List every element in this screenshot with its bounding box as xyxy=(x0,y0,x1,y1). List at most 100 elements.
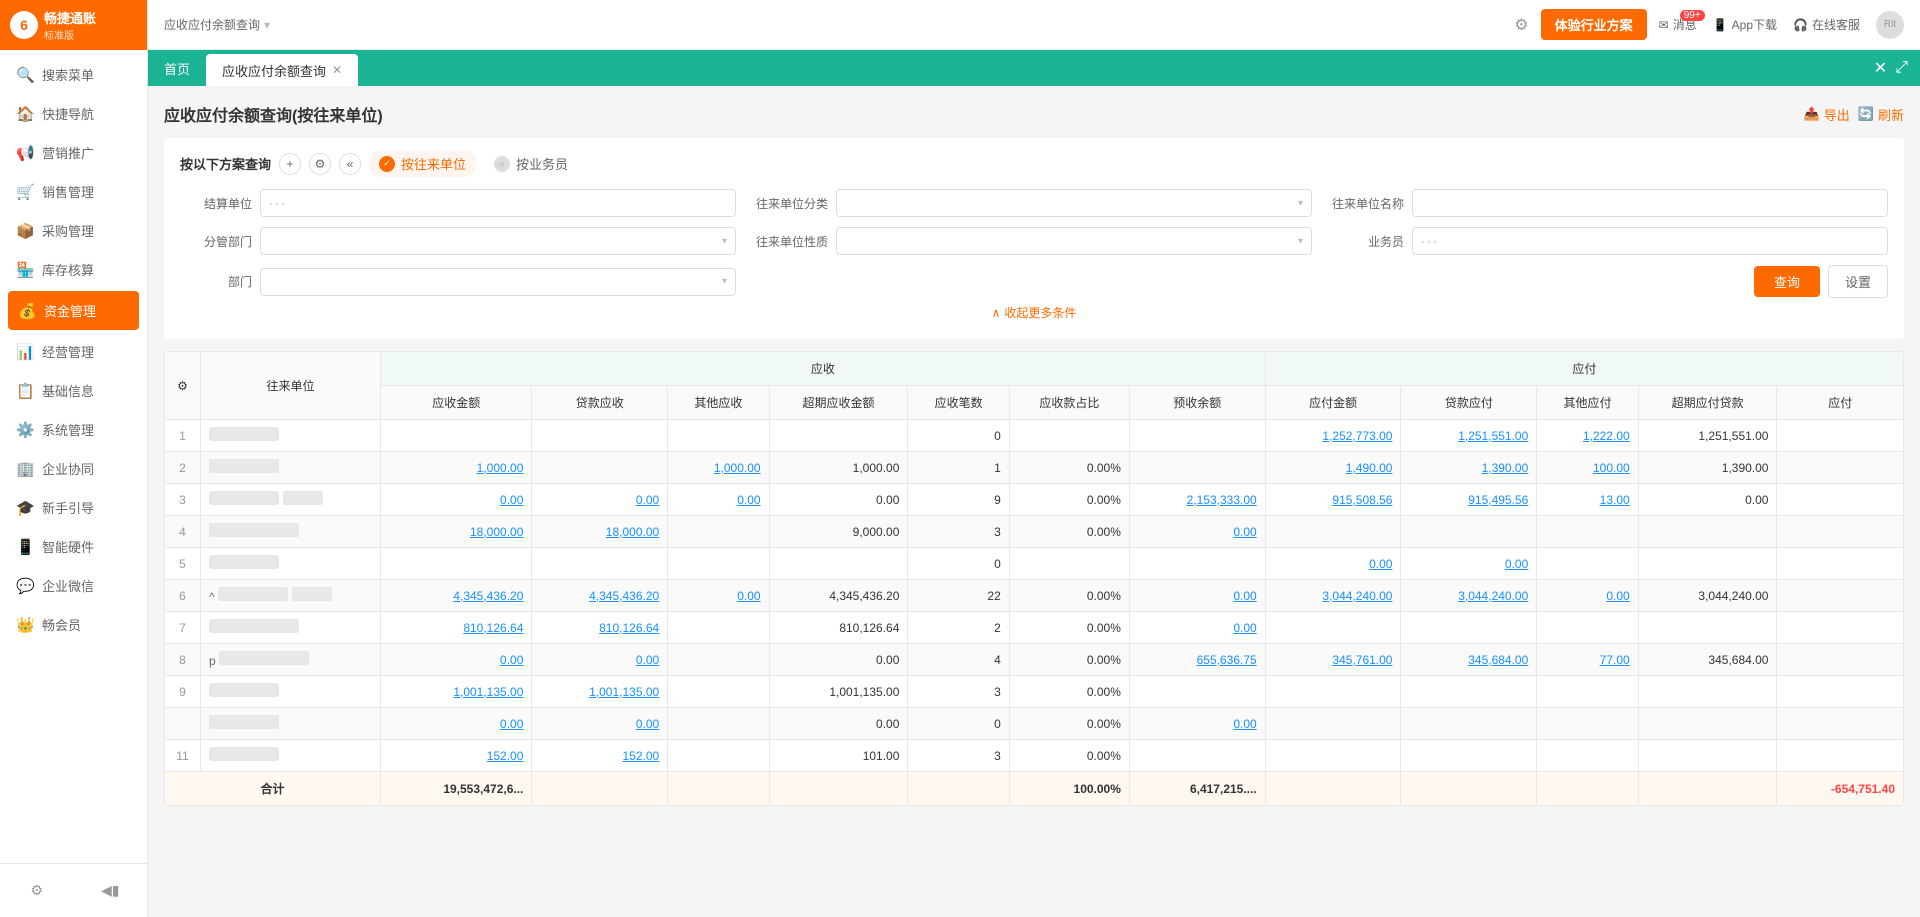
sidebar-item-quick-nav[interactable]: 🏠 快捷导航 xyxy=(0,94,147,133)
table-row: 418,000.0018,000.009,000.0030.00%0.00 xyxy=(165,516,1904,548)
data-table: ⚙ 往来单位 应收 应付 应收金额 贷款应收 其他应收 超期应收金额 应收笔数 xyxy=(164,351,1904,806)
export-btn[interactable]: 📤 导出 xyxy=(1804,105,1850,124)
sidebar-item-wechat[interactable]: 💬 企业微信 xyxy=(0,566,147,605)
filter-field-unit-nature: 往来单位性质 ▾ xyxy=(756,227,1312,255)
settlement-input[interactable]: ··· xyxy=(260,189,736,217)
settlement-label: 结算单位 xyxy=(180,195,252,212)
dept-manager-label: 分管部门 xyxy=(180,233,252,250)
header-icons: ✉ 消息 99+ 📱 App下载 🎧 在线客服 Rit xyxy=(1659,11,1904,39)
filter-option-inactive-icon: ○ xyxy=(494,156,510,172)
table-row: 101,252,773.001,251,551.001,222.001,251,… xyxy=(165,420,1904,452)
sidebar-item-label: 营销推广 xyxy=(42,143,94,162)
filter-add-btn[interactable]: + xyxy=(279,153,301,175)
sidebar-item-label: 快捷导航 xyxy=(42,104,94,123)
filter-option-by-salesman[interactable]: ○ 按业务员 xyxy=(484,150,578,177)
sidebar-item-finance[interactable]: 💰 资金管理 xyxy=(8,291,139,330)
tab-home[interactable]: 首页 xyxy=(148,50,206,86)
filter-settings-btn[interactable]: ⚙ xyxy=(309,153,331,175)
sidebar-item-label: 新手引导 xyxy=(42,498,94,517)
col-loan-ap: 贷款应付 xyxy=(1401,386,1537,420)
breadcrumb: 应收应付余额查询 ▾ xyxy=(164,16,1502,33)
table-row: 0.000.000.0000.00%0.00 xyxy=(165,708,1904,740)
inventory-icon: 🏪 xyxy=(16,261,34,279)
refresh-icon: 🔄 xyxy=(1858,106,1874,122)
settings-btn[interactable]: 设置 xyxy=(1828,265,1888,298)
sidebar-item-inventory[interactable]: 🏪 库存核算 xyxy=(0,250,147,289)
sidebar-item-marketing[interactable]: 📢 营销推广 xyxy=(0,133,147,172)
filter-more-btn[interactable]: ∧ 收起更多条件 xyxy=(180,298,1888,327)
col-other-ar: 其他应收 xyxy=(668,386,769,420)
unit-cat-input[interactable]: ▾ xyxy=(836,189,1312,217)
enterprise-icon: 🏢 xyxy=(16,460,34,478)
unit-name-input[interactable] xyxy=(1412,189,1888,217)
table-container: ⚙ 往来单位 应收 应付 应收金额 贷款应收 其他应收 超期应收金额 应收笔数 xyxy=(164,351,1904,806)
sidebar-collapse-btn[interactable]: ◀▮ xyxy=(74,874,148,907)
chevron-up-icon: ∧ xyxy=(992,306,1001,320)
sidebar-item-enterprise[interactable]: 🏢 企业协同 xyxy=(0,449,147,488)
unit-cat-arrow: ▾ xyxy=(1298,198,1303,209)
sidebar-item-guide[interactable]: 🎓 新手引导 xyxy=(0,488,147,527)
col-ar-count: 应收笔数 xyxy=(908,386,1009,420)
system-icon: ⚙️ xyxy=(16,421,34,439)
sidebar-item-system[interactable]: ⚙️ 系统管理 xyxy=(0,410,147,449)
sidebar-item-operations[interactable]: 📊 经营管理 xyxy=(0,332,147,371)
filter-field-dept-manager: 分管部门 ▾ xyxy=(180,227,736,255)
query-btn[interactable]: 查询 xyxy=(1754,266,1820,297)
sidebar-item-hardware[interactable]: 📱 智能硬件 xyxy=(0,527,147,566)
tab-ar-ap-label: 应收应付余额查询 xyxy=(222,61,326,80)
col-ar-amount: 应收金额 xyxy=(381,386,532,420)
logo-title: 畅捷通账 xyxy=(44,8,96,27)
table-scroll-area[interactable]: ⚙ 往来单位 应收 应付 应收金额 贷款应收 其他应收 超期应收金额 应收笔数 xyxy=(164,351,1904,806)
col-group-receivable: 应收 xyxy=(381,352,1266,386)
logo-icon: 6 xyxy=(10,11,38,39)
tab-close-btn[interactable]: ✕ xyxy=(332,63,342,77)
tab-expand-icon[interactable]: ⤢ xyxy=(1895,59,1908,77)
dept-arrow: ▾ xyxy=(722,276,727,287)
user-avatar[interactable]: Rit xyxy=(1876,11,1904,39)
breadcrumb-text: 应收应付余额查询 xyxy=(164,16,260,33)
col-overdue-ar: 超期应收金额 xyxy=(769,386,908,420)
refresh-btn[interactable]: 🔄 刷新 xyxy=(1858,105,1904,124)
messages-btn[interactable]: ✉ 消息 99+ xyxy=(1659,16,1697,33)
unit-nature-input[interactable]: ▾ xyxy=(836,227,1312,255)
customer-service-btn[interactable]: 🎧 在线客服 xyxy=(1793,16,1860,33)
tab-ar-ap[interactable]: 应收应付余额查询 ✕ xyxy=(206,54,358,86)
filter-panel: 按以下方案查询 + ⚙ « ✓ 按往来单位 ○ 按业务员 结算单位 xyxy=(164,138,1904,339)
header-gear-btn[interactable]: ⚙ xyxy=(1514,15,1528,35)
app-download-btn[interactable]: 📱 App下载 xyxy=(1713,16,1777,33)
sidebar-settings-btn[interactable]: ⚙ xyxy=(0,874,74,907)
sidebar-item-sales[interactable]: 🛒 销售管理 xyxy=(0,172,147,211)
filter-field-dept: 部门 ▾ xyxy=(180,265,736,298)
col-ap-amount: 应付金额 xyxy=(1265,386,1401,420)
table-row: 91,001,135.001,001,135.001,001,135.0030.… xyxy=(165,676,1904,708)
sidebar-item-label: 库存核算 xyxy=(42,260,94,279)
sidebar-item-purchase[interactable]: 📦 采购管理 xyxy=(0,211,147,250)
salesman-input[interactable]: ··· xyxy=(1412,227,1888,255)
filter-option-by-unit[interactable]: ✓ 按往来单位 xyxy=(369,150,476,177)
filter-field-unit-name: 往来单位名称 xyxy=(1332,189,1888,217)
breadcrumb-arrow: ▾ xyxy=(264,18,270,32)
dept-manager-input[interactable]: ▾ xyxy=(260,227,736,255)
page-title-row: 应收应付余额查询(按往来单位) 📤 导出 🔄 刷新 xyxy=(164,102,1904,126)
filter-collapse-btn[interactable]: « xyxy=(339,153,361,175)
sidebar-item-search[interactable]: 🔍 搜索菜单 xyxy=(0,55,147,94)
sidebar-logo: 6 畅捷通账 标准版 xyxy=(0,0,147,50)
trial-btn[interactable]: 体验行业方案 xyxy=(1541,9,1647,40)
col-loan-ar: 贷款应收 xyxy=(532,386,668,420)
table-row: 11152.00152.00101.0030.00% xyxy=(165,740,1904,772)
sidebar-item-member[interactable]: 👑 畅会员 xyxy=(0,605,147,644)
filter-title: 按以下方案查询 xyxy=(180,154,271,173)
col-prepaid: 预收余额 xyxy=(1129,386,1265,420)
table-settings-icon[interactable]: ⚙ xyxy=(177,379,188,393)
filter-field-salesman: 业务员 ··· xyxy=(1332,227,1888,255)
sidebar-item-label: 采购管理 xyxy=(42,221,94,240)
purchase-icon: 📦 xyxy=(16,222,34,240)
dept-label: 部门 xyxy=(180,273,252,290)
refresh-label: 刷新 xyxy=(1878,105,1904,124)
filter-fields: 结算单位 ··· 往来单位分类 ▾ 往来单位名称 xyxy=(180,189,1888,298)
table-body: 101,252,773.001,251,551.001,222.001,251,… xyxy=(165,420,1904,772)
sidebar-item-basic[interactable]: 📋 基础信息 xyxy=(0,371,147,410)
filter-action-btns: 查询 设置 xyxy=(1332,265,1888,298)
dept-input[interactable]: ▾ xyxy=(260,268,736,296)
tab-close-all-icon[interactable]: ✕ xyxy=(1874,58,1887,78)
